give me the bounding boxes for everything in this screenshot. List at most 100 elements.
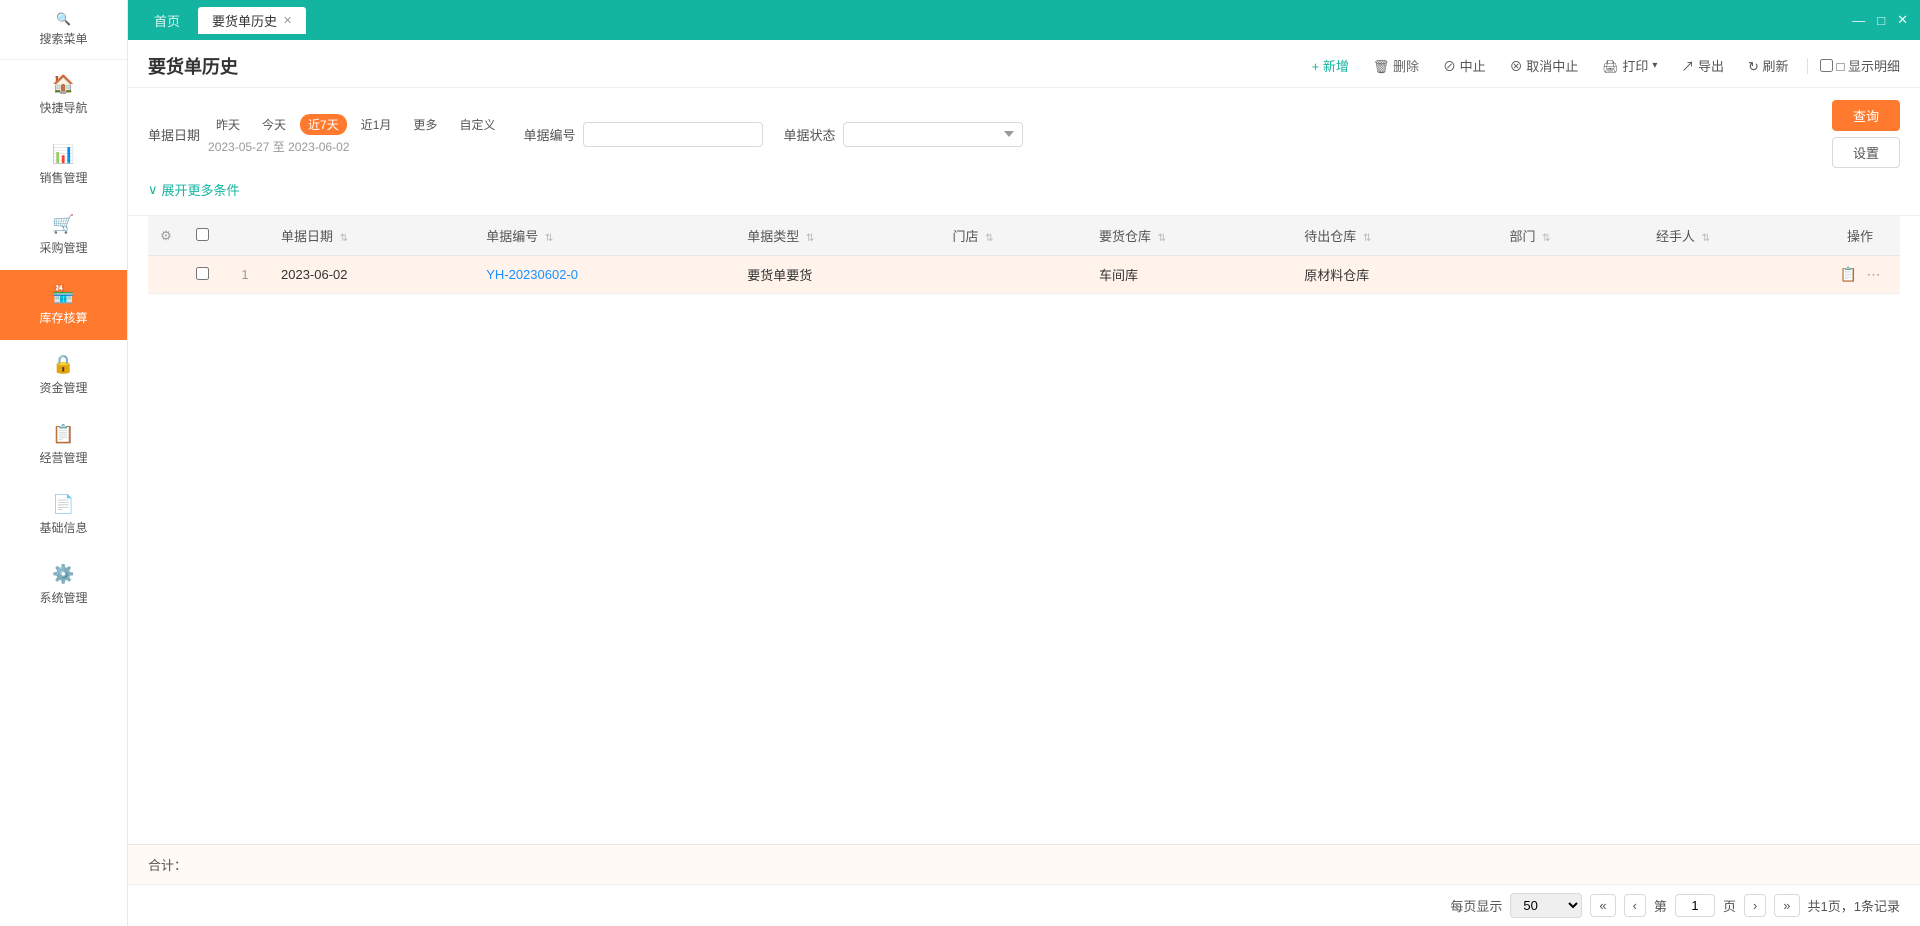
shortcut-1month[interactable]: 近1月: [353, 114, 400, 135]
sidebar-item-inventory[interactable]: 🏪 库存核算: [0, 270, 127, 340]
refresh-button[interactable]: ↻ 刷新: [1742, 52, 1795, 79]
req-warehouse-sort-icon[interactable]: ⇅: [1158, 233, 1166, 244]
select-all-checkbox[interactable]: [196, 228, 209, 241]
store-sort-icon[interactable]: ⇅: [985, 233, 993, 244]
last-page-button[interactable]: »: [1774, 894, 1799, 917]
req-warehouse-column-header[interactable]: 要货仓库 ⇅: [1087, 216, 1292, 256]
print-dropdown-icon[interactable]: ▾: [1652, 60, 1657, 71]
doc-number-input[interactable]: [583, 122, 763, 147]
docno-sort-icon[interactable]: ⇅: [545, 233, 553, 244]
page-label: 第: [1654, 896, 1667, 915]
row-date-cell: 2023-06-02: [269, 256, 474, 294]
row-checkbox-cell[interactable]: [184, 256, 221, 294]
row-docno-cell[interactable]: YH-20230602-0: [474, 256, 735, 294]
export-button[interactable]: ↗ 导出: [1675, 52, 1730, 79]
sidebar-item-label: 资金管理: [39, 379, 87, 396]
shortcut-yesterday[interactable]: 昨天: [208, 114, 248, 135]
doctype-sort-icon[interactable]: ⇅: [806, 233, 814, 244]
row-num-cell: 1: [221, 256, 269, 294]
new-button-label: + 新增: [1312, 56, 1349, 75]
date-shortcuts: 昨天 今天 近7天 近1月 更多 自定义: [208, 114, 503, 135]
handler-column-header[interactable]: 经手人 ⇅: [1644, 216, 1820, 256]
first-page-button[interactable]: «: [1590, 894, 1615, 917]
doctype-column-header[interactable]: 单据类型 ⇅: [735, 216, 940, 256]
sidebar-item-label: 系统管理: [39, 589, 87, 606]
page-title: 要货单历史: [148, 53, 238, 79]
filter-row: 单据日期 昨天 今天 近7天 近1月 更多 自定义 2023-05-27 至 2…: [148, 100, 1900, 168]
sidebar: 🔍 搜索菜单 🏠 快捷导航 📊 销售管理 🛒 采购管理 🏪 库存核算 🔒 资金管…: [0, 0, 128, 926]
dept-sort-icon[interactable]: ⇅: [1542, 233, 1550, 244]
expand-conditions-button[interactable]: ∨ 展开更多条件: [148, 176, 240, 203]
handler-sort-icon[interactable]: ⇅: [1702, 233, 1710, 244]
row-edit-icon[interactable]: 📋: [1839, 266, 1856, 282]
display-detail-button[interactable]: □ 显示明细: [1820, 56, 1900, 75]
sidebar-item-quick-nav[interactable]: 🏠 快捷导航: [0, 60, 127, 130]
sidebar-item-label: 销售管理: [39, 169, 87, 186]
sidebar-item-operations[interactable]: 📋 经营管理: [0, 410, 127, 480]
docno-column-header[interactable]: 单据编号 ⇅: [474, 216, 735, 256]
print-button[interactable]: 🖨 打印 ▾: [1596, 52, 1663, 79]
finance-icon: 🔒: [52, 354, 74, 375]
shortcut-today[interactable]: 今天: [254, 114, 294, 135]
query-button[interactable]: 查询: [1832, 100, 1900, 131]
settings-column-header[interactable]: ⚙: [148, 216, 184, 256]
shortcut-custom[interactable]: 自定义: [451, 114, 503, 135]
pending-warehouse-column-header[interactable]: 待出仓库 ⇅: [1292, 216, 1497, 256]
minimize-button[interactable]: —: [1852, 13, 1865, 28]
export-button-label: ↗ 导出: [1681, 56, 1724, 75]
delete-button[interactable]: 🗑 删除: [1367, 52, 1425, 79]
maximize-button[interactable]: □: [1877, 13, 1885, 28]
display-detail-checkbox[interactable]: [1820, 59, 1833, 72]
sidebar-search[interactable]: 🔍 搜索菜单: [0, 0, 127, 60]
row-checkbox[interactable]: [196, 267, 209, 280]
close-button[interactable]: ✕: [1897, 12, 1908, 28]
shortcut-more[interactable]: 更多: [405, 114, 445, 135]
system-icon: ⚙️: [52, 564, 74, 585]
page-suffix: 页: [1723, 896, 1736, 915]
sidebar-item-purchase[interactable]: 🛒 采购管理: [0, 200, 127, 270]
cancel-stop-button-label: ⊗ 取消中止: [1510, 56, 1579, 75]
tab-close-icon[interactable]: ✕: [283, 14, 292, 27]
filter-settings-button[interactable]: 设置: [1832, 137, 1900, 168]
dept-column-header[interactable]: 部门 ⇅: [1497, 216, 1644, 256]
row-dept-cell: [1497, 256, 1644, 294]
page-header: 要货单历史 + 新增 🗑 删除 ⊘ 中止 ⊗ 取消中止 🖨 打印 ▾: [128, 40, 1920, 88]
store-col-label: 门店: [952, 229, 978, 244]
operations-icon: 📋: [52, 424, 74, 445]
total-info: 共1页，1条记录: [1808, 896, 1900, 915]
sidebar-item-label: 采购管理: [39, 239, 87, 256]
sidebar-item-label: 库存核算: [39, 309, 87, 326]
date-column-header[interactable]: 单据日期 ⇅: [269, 216, 474, 256]
row-more-icon[interactable]: ⋯: [1867, 266, 1881, 282]
date-filter-label: 单据日期: [148, 125, 200, 144]
date-sort-icon[interactable]: ⇅: [340, 233, 348, 244]
pending-warehouse-sort-icon[interactable]: ⇅: [1363, 233, 1371, 244]
footer-total-label: 合计：: [148, 855, 187, 874]
num-column-header: [221, 216, 269, 256]
next-page-button[interactable]: ›: [1744, 894, 1766, 917]
doc-number-label: 单据编号: [523, 125, 575, 144]
prev-page-button[interactable]: ‹: [1624, 894, 1646, 917]
cancel-stop-button[interactable]: ⊗ 取消中止: [1504, 52, 1585, 79]
store-column-header[interactable]: 门店 ⇅: [940, 216, 1087, 256]
filter-second-row: ∨ 展开更多条件: [148, 176, 1900, 203]
row-doctype-cell: 要货单要货: [735, 256, 940, 294]
delete-button-label: 🗑 删除: [1373, 56, 1419, 75]
stop-button[interactable]: ⊘ 中止: [1437, 52, 1492, 79]
main-area: 首页 要货单历史 ✕ — □ ✕ 要货单历史 + 新增 🗑 删除 ⊘ 中: [128, 0, 1920, 926]
toolbar-divider: [1807, 58, 1808, 74]
shortcut-7days[interactable]: 近7天: [300, 114, 347, 135]
doc-number-link[interactable]: YH-20230602-0: [486, 267, 578, 282]
tab-home[interactable]: 首页: [140, 7, 194, 34]
sidebar-item-system[interactable]: ⚙️ 系统管理: [0, 550, 127, 620]
new-button[interactable]: + 新增: [1306, 52, 1355, 79]
page-size-select[interactable]: 50 20 100 200: [1510, 893, 1582, 918]
sidebar-item-basic[interactable]: 📄 基础信息: [0, 480, 127, 550]
doc-status-select[interactable]: [843, 122, 1023, 147]
expand-icon: ∨: [148, 182, 158, 198]
tab-order-history[interactable]: 要货单历史 ✕: [198, 7, 306, 34]
sidebar-item-label: 快捷导航: [39, 99, 87, 116]
page-number-input[interactable]: [1675, 894, 1715, 917]
sidebar-item-sales[interactable]: 📊 销售管理: [0, 130, 127, 200]
sidebar-item-finance[interactable]: 🔒 资金管理: [0, 340, 127, 410]
